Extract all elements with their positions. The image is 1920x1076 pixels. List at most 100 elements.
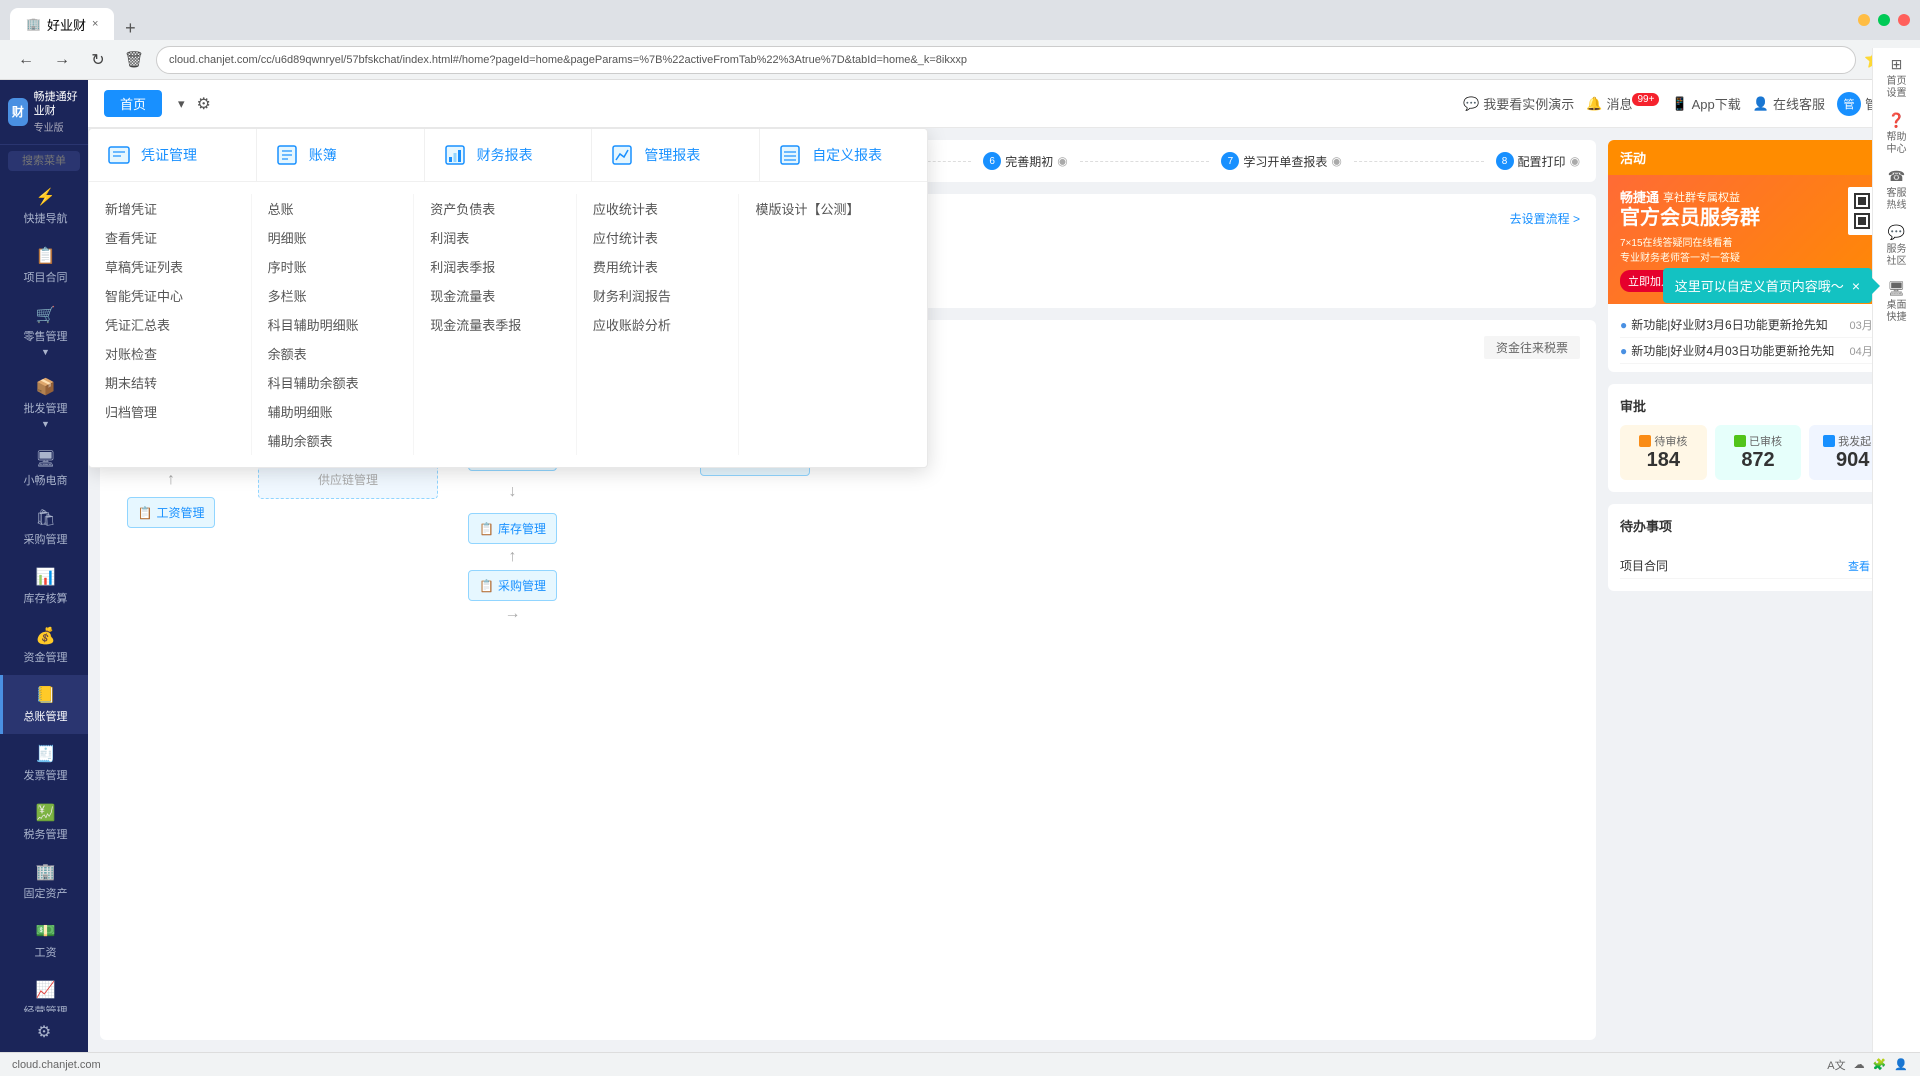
draft-voucher-link[interactable]: 草稿凭证列表 bbox=[105, 252, 235, 281]
right-sidebar-service[interactable]: ☎ 客服热线 bbox=[1887, 168, 1907, 212]
banner-desc2: 专业财务老师答一对一答疑 bbox=[1620, 249, 1840, 264]
view-voucher-link[interactable]: 查看凭证 bbox=[105, 223, 235, 252]
refresh-button[interactable]: ↻ bbox=[84, 46, 112, 74]
right-sidebar-community[interactable]: 💬 服务社区 bbox=[1887, 224, 1907, 268]
sidebar-item-ecommerce[interactable]: 🖥 小畅电商 bbox=[0, 439, 88, 498]
balance-sheet-link[interactable]: 资产负债表 bbox=[430, 194, 560, 223]
back-button[interactable]: ← bbox=[12, 46, 40, 74]
purchase-box[interactable]: 📋 采购管理 bbox=[468, 570, 557, 601]
template-design-link[interactable]: 模版设计【公测】 bbox=[755, 194, 911, 223]
window-minimize[interactable] bbox=[1858, 14, 1870, 26]
mgmt-report-title: 管理报表 bbox=[644, 145, 700, 165]
sidebar-item-capital[interactable]: 💰 资金管理 bbox=[0, 616, 88, 675]
window-close[interactable] bbox=[1898, 14, 1910, 26]
sidebar-item-fixed-assets[interactable]: 🏢 固定资产 bbox=[0, 852, 88, 911]
window-maximize[interactable] bbox=[1878, 14, 1890, 26]
demo-link[interactable]: 💬 我要看实例演示 bbox=[1463, 94, 1574, 113]
setup-flow-link[interactable]: 去设置流程 > bbox=[1506, 206, 1584, 231]
new-tab-button[interactable]: + bbox=[118, 16, 142, 40]
detail-ledger-link[interactable]: 明细账 bbox=[268, 223, 398, 252]
main-content: 首页 ▾ ⚙ 💬 我要看实例演示 🔔 消息 99+ 📱 App下载 👤 bbox=[88, 80, 1920, 1052]
expense-stat-link[interactable]: 费用统计表 bbox=[593, 252, 723, 281]
aux-detail-link[interactable]: 辅助明细账 bbox=[268, 397, 398, 426]
sidebar-item-purchase[interactable]: 🛍 采购管理 bbox=[0, 498, 88, 557]
pending-text: 待审核 bbox=[1654, 433, 1687, 449]
settings-button[interactable]: ⚙ bbox=[197, 94, 211, 114]
period-closing-link[interactable]: 期末结转 bbox=[105, 368, 235, 397]
payroll-icon: 💵 bbox=[36, 921, 56, 941]
tip-close-btn[interactable]: × bbox=[1852, 278, 1860, 294]
fixed-assets-icon: 🏢 bbox=[36, 862, 56, 882]
sidebar-item-wholesale[interactable]: 📦 批发管理 ▼ bbox=[0, 367, 88, 439]
right-sidebar-desktop[interactable]: 🖥 桌面快捷 bbox=[1887, 280, 1907, 324]
category-voucher[interactable]: 凭证管理 bbox=[89, 129, 257, 181]
todo-view-btn[interactable]: 查看 bbox=[1848, 558, 1870, 574]
aux-balance-link[interactable]: 辅助余额表 bbox=[268, 426, 398, 455]
sidebar-item-label: 发票管理 bbox=[24, 767, 68, 783]
subject-aux-detail-link[interactable]: 科目辅助明细账 bbox=[268, 310, 398, 339]
news-item-1[interactable]: ● 新功能|好业财3月6日功能更新抢先知 03月06日 bbox=[1620, 312, 1896, 338]
right-sidebar-home-settings[interactable]: ⊞ 首页设置 bbox=[1887, 80, 1907, 100]
tab-close-btn[interactable]: × bbox=[92, 18, 98, 30]
sidebar-item-general-ledger[interactable]: 📒 总账管理 bbox=[0, 675, 88, 734]
new-voucher-link[interactable]: 新增凭证 bbox=[105, 194, 235, 223]
ar-aging-link[interactable]: 应收账龄分析 bbox=[593, 310, 723, 339]
balance-table-link[interactable]: 余额表 bbox=[268, 339, 398, 368]
profit-report-link[interactable]: 财务利润报告 bbox=[593, 281, 723, 310]
approval-pending[interactable]: 待审核 184 bbox=[1620, 425, 1707, 480]
account-dropdown[interactable]: ▾ bbox=[174, 96, 185, 112]
subject-aux-balance-link[interactable]: 科目辅助余额表 bbox=[268, 368, 398, 397]
income-statement-link[interactable]: 利润表 bbox=[430, 223, 560, 252]
approval-done[interactable]: 已审核 872 bbox=[1715, 425, 1802, 480]
payroll-box[interactable]: 📋 工资管理 bbox=[127, 497, 216, 528]
mgmt-report-col: 应收统计表 应付统计表 费用统计表 财务利润报告 应收账龄分析 bbox=[577, 194, 740, 455]
sidebar-item-quick-nav[interactable]: ⚡ 快捷导航 bbox=[0, 177, 88, 236]
category-financial-report[interactable]: 财务报表 bbox=[425, 129, 593, 181]
active-tab[interactable]: 🏢 好业财 × bbox=[10, 8, 114, 40]
archive-link[interactable]: 归档管理 bbox=[105, 397, 235, 426]
sequence-ledger-link[interactable]: 序时账 bbox=[268, 252, 398, 281]
income-quarterly-link[interactable]: 利润表季报 bbox=[430, 252, 560, 281]
setup-link-text: 去设置流程 > bbox=[1510, 212, 1580, 226]
step-8-radio: ◉ bbox=[1570, 154, 1580, 168]
sidebar-item-payroll[interactable]: 💵 工资 bbox=[0, 911, 88, 970]
sidebar-item-project-contract[interactable]: 📋 项目合同 bbox=[0, 236, 88, 295]
delete-button[interactable]: 🗑 bbox=[120, 46, 148, 74]
home-tab[interactable]: 首页 bbox=[104, 90, 162, 117]
message-btn[interactable]: 🔔 消息 99+ bbox=[1586, 94, 1659, 113]
smart-voucher-link[interactable]: 智能凭证中心 bbox=[105, 281, 235, 310]
address-bar[interactable]: cloud.chanjet.com/cc/u6d89qwnryel/57bfsk… bbox=[156, 46, 1856, 74]
sidebar-settings-btn[interactable]: ⚙ bbox=[33, 1012, 55, 1052]
multi-col-ledger-link[interactable]: 多栏账 bbox=[268, 281, 398, 310]
category-custom-report[interactable]: 自定义报表 bbox=[760, 129, 927, 181]
service-btn[interactable]: 👤 在线客服 bbox=[1753, 94, 1825, 113]
todo-item-name: 项目合同 bbox=[1620, 557, 1668, 574]
sidebar-item-tax[interactable]: 💹 税务管理 bbox=[0, 793, 88, 852]
app-download-btn[interactable]: 📱 App下载 bbox=[1671, 94, 1740, 113]
forward-button[interactable]: → bbox=[48, 46, 76, 74]
done-label: 已审核 bbox=[1723, 433, 1794, 449]
reconcile-link[interactable]: 对账检查 bbox=[105, 339, 235, 368]
category-mgmt-report[interactable]: 管理报表 bbox=[592, 129, 760, 181]
sidebar-item-invoice[interactable]: 🧾 发票管理 bbox=[0, 734, 88, 793]
sidebar-item-retail[interactable]: 🛒 零售管理 ▼ bbox=[0, 295, 88, 367]
right-sidebar-help[interactable]: ❓ 帮助中心 bbox=[1887, 112, 1907, 156]
ap-stat-link[interactable]: 应付统计表 bbox=[593, 223, 723, 252]
ecommerce-icon: 🖥 bbox=[35, 449, 55, 469]
sidebar-item-inventory[interactable]: 📊 库存核算 bbox=[0, 557, 88, 616]
news-item-2[interactable]: ● 新功能|好业财4月03日功能更新抢先知 04月03日 bbox=[1620, 338, 1896, 364]
voucher-summary-link[interactable]: 凭证汇总表 bbox=[105, 310, 235, 339]
sidebar-item-operations[interactable]: 📈 经营管理 bbox=[0, 970, 88, 1012]
cashflow-link[interactable]: 现金流量表 bbox=[430, 281, 560, 310]
cloud-icon[interactable]: ☁ bbox=[1854, 1058, 1865, 1071]
sidebar-search-input[interactable] bbox=[8, 151, 80, 171]
category-ledger[interactable]: 账簿 bbox=[257, 129, 425, 181]
ar-stat-link[interactable]: 应收统计表 bbox=[593, 194, 723, 223]
logo-text: 畅捷通好业财 bbox=[34, 90, 80, 119]
profile-icon[interactable]: 👤 bbox=[1894, 1058, 1908, 1071]
extension-icon[interactable]: 🧩 bbox=[1873, 1058, 1887, 1071]
translate-icon[interactable]: A文 bbox=[1827, 1057, 1845, 1073]
cashflow-quarterly-link[interactable]: 现金流量表季报 bbox=[430, 310, 560, 339]
general-ledger-link[interactable]: 总账 bbox=[268, 194, 398, 223]
inventory-box[interactable]: 📋 库存管理 bbox=[468, 513, 557, 544]
